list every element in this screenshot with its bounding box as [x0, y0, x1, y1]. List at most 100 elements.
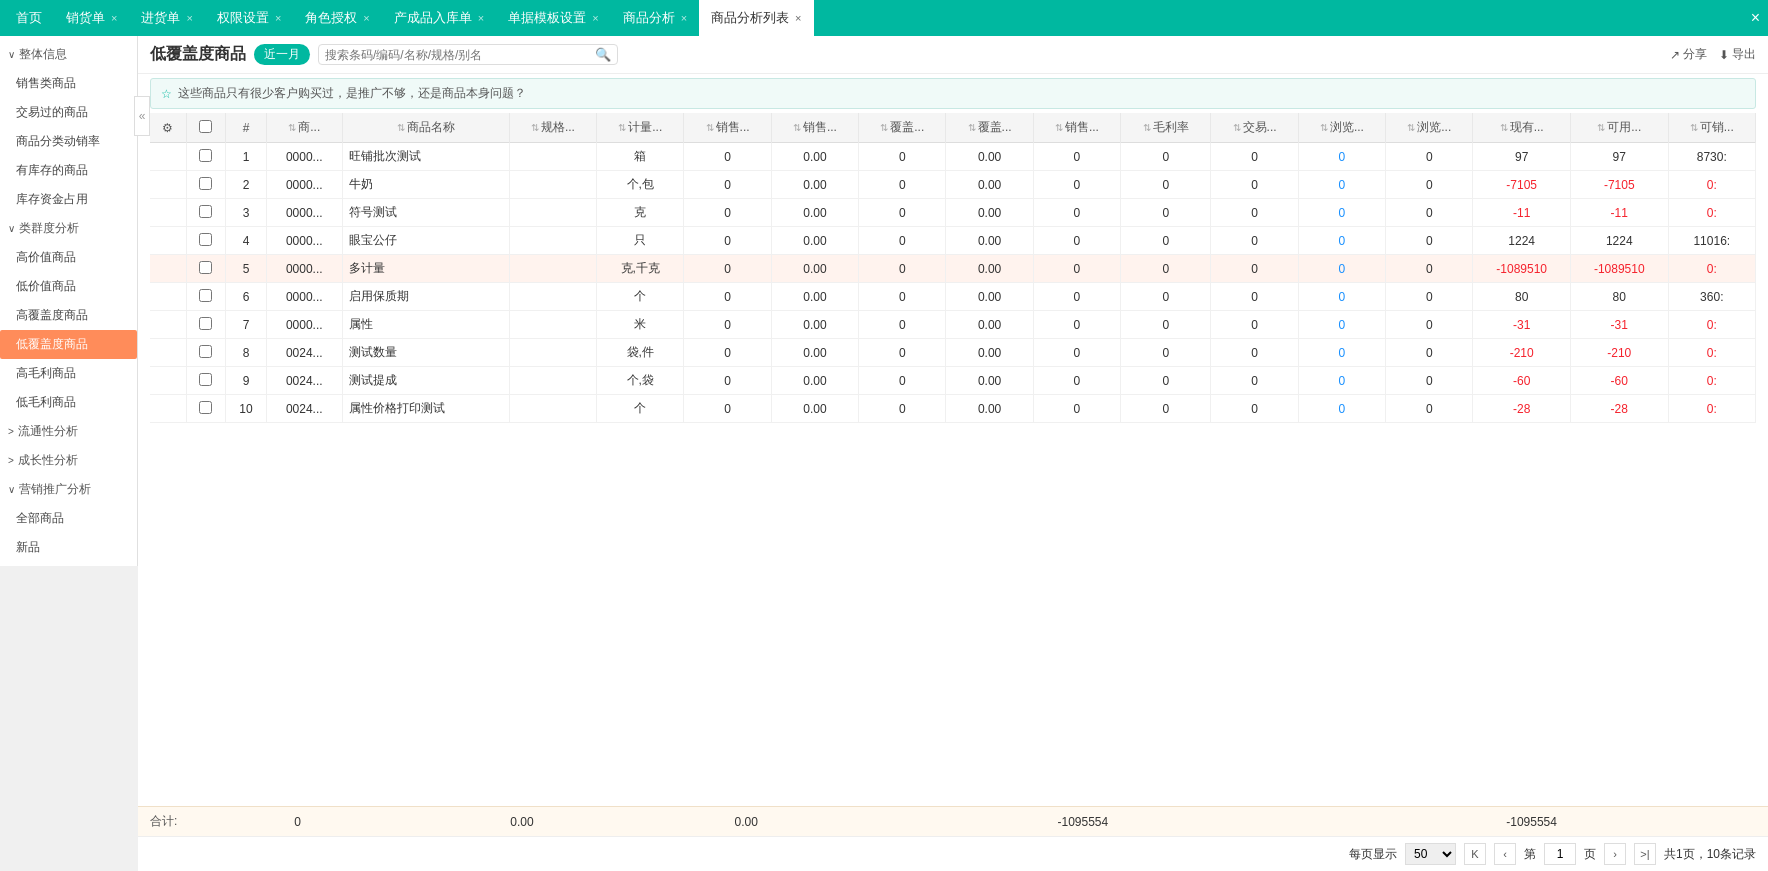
- total-label: 共1页，10条记录: [1664, 846, 1756, 863]
- time-filter-button[interactable]: 近一月: [254, 44, 310, 65]
- close-tab-icon[interactable]: ×: [681, 12, 687, 24]
- nav-tab-商品分析列表[interactable]: 商品分析列表×: [699, 0, 813, 36]
- table-row: 60000...启用保质期个00.0000.00000008080360:: [150, 283, 1756, 311]
- table-header: ⚙ # 商... 商品名称 规格... 计量... 销售... 销售... 覆盖…: [150, 113, 1756, 143]
- banner-text: 这些商品只有很少客户购买过，是推广不够，还是商品本身问题？: [178, 85, 526, 102]
- pagination-bar: 每页显示 2050100 K ‹ 第 页 › >| 共1页，10条记录: [138, 836, 1768, 871]
- close-tab-icon[interactable]: ×: [363, 12, 369, 24]
- sidebar-item-销售类商品[interactable]: 销售类商品: [0, 69, 137, 98]
- close-tab-icon[interactable]: ×: [478, 12, 484, 24]
- data-table: ⚙ # 商... 商品名称 规格... 计量... 销售... 销售... 覆盖…: [150, 113, 1756, 423]
- footer-label: 合计:: [150, 813, 177, 830]
- table-row: 40000...眼宝公仔只00.0000.0000000122412241101…: [150, 227, 1756, 255]
- sidebar-item-商品分类动销率[interactable]: 商品分类动销率: [0, 127, 137, 156]
- table-row: 30000...符号测试克00.0000.0000000-11-110:: [150, 199, 1756, 227]
- last-page-button[interactable]: >|: [1634, 843, 1656, 865]
- page-label: 第: [1524, 846, 1536, 863]
- table-row: 10000...旺铺批次测试箱00.0000.000000097978730:: [150, 143, 1756, 171]
- nav-tab-销货单[interactable]: 销货单×: [54, 0, 129, 36]
- code-col-header[interactable]: 商...: [266, 113, 342, 143]
- unit-col-header[interactable]: 计量...: [597, 113, 684, 143]
- close-tab-icon[interactable]: ×: [795, 12, 801, 24]
- nav-tab-权限设置[interactable]: 权限设置×: [205, 0, 293, 36]
- sidebar-item-高价值商品[interactable]: 高价值商品: [0, 243, 137, 272]
- next-page-button[interactable]: ›: [1604, 843, 1626, 865]
- cover-qty-col-header[interactable]: 覆盖...: [859, 113, 946, 143]
- sidebar-section-成长性分析[interactable]: >成长性分析: [0, 446, 137, 475]
- footer-current: -1095554: [858, 815, 1307, 829]
- sidebar-collapse-button[interactable]: «: [134, 96, 150, 136]
- footer-cover-amt: 0.00: [634, 815, 858, 829]
- sales-qty-col-header[interactable]: 销售...: [684, 113, 771, 143]
- table-row: 70000...属性米00.0000.0000000-31-310:: [150, 311, 1756, 339]
- sales-amt-col-header[interactable]: 销售...: [771, 113, 858, 143]
- sidebar-item-全部商品[interactable]: 全部商品: [0, 504, 137, 533]
- per-page-label: 每页显示: [1349, 846, 1397, 863]
- sidebar-section-营销推广分析[interactable]: ∨营销推广分析: [0, 475, 137, 504]
- share-icon: ↗: [1670, 48, 1680, 62]
- index-col-header: #: [226, 113, 266, 143]
- export-icon: ⬇: [1719, 48, 1729, 62]
- spec-col-header[interactable]: 规格...: [509, 113, 596, 143]
- close-tab-icon[interactable]: ×: [186, 12, 192, 24]
- nav-tab-商品分析[interactable]: 商品分析×: [611, 0, 699, 36]
- table-body: 10000...旺铺批次测试箱00.0000.000000097978730:2…: [150, 143, 1756, 423]
- sidebar-item-新品[interactable]: 新品: [0, 533, 137, 562]
- nav-tab-产成品入库单[interactable]: 产成品入库单×: [382, 0, 496, 36]
- sidebar-item-高毛利商品[interactable]: 高毛利商品: [0, 359, 137, 388]
- table-row: 80024...测试数量袋,件00.0000.0000000-210-2100:: [150, 339, 1756, 367]
- sidebar-item-高覆盖度商品[interactable]: 高覆盖度商品: [0, 301, 137, 330]
- gross-rate-col-header[interactable]: 毛利率: [1121, 113, 1211, 143]
- sidebar-item-库存资金占用[interactable]: 库存资金占用: [0, 185, 137, 214]
- cover-amt-col-header[interactable]: 覆盖...: [946, 113, 1033, 143]
- current-col-header[interactable]: 现有...: [1473, 113, 1571, 143]
- first-page-button[interactable]: K: [1464, 843, 1486, 865]
- nav-tab-首页[interactable]: 首页: [4, 0, 54, 36]
- browse2-col-header[interactable]: 浏览...: [1386, 113, 1473, 143]
- page-input[interactable]: [1544, 843, 1576, 865]
- table-row: 100024...属性价格打印测试个00.0000.0000000-28-280…: [150, 395, 1756, 423]
- sidebar-item-交易过的商品[interactable]: 交易过的商品: [0, 98, 137, 127]
- top-nav: 首页销货单×进货单×权限设置×角色授权×产成品入库单×单据模板设置×商品分析×商…: [0, 0, 1768, 36]
- sales-cnt-col-header[interactable]: 销售...: [1033, 113, 1120, 143]
- nav-tab-单据模板设置[interactable]: 单据模板设置×: [496, 0, 610, 36]
- per-page-select[interactable]: 2050100: [1405, 843, 1456, 865]
- nav-tab-角色授权[interactable]: 角色授权×: [293, 0, 381, 36]
- sidebar-item-低价值商品[interactable]: 低价值商品: [0, 272, 137, 301]
- sidebar-section-类群度分析[interactable]: ∨类群度分析: [0, 214, 137, 243]
- settings-col-header[interactable]: ⚙: [150, 113, 186, 143]
- close-tab-icon[interactable]: ×: [592, 12, 598, 24]
- window-close-button[interactable]: ×: [1751, 9, 1760, 27]
- export-button[interactable]: ⬇ 导出: [1719, 46, 1756, 63]
- available-col-header[interactable]: 可用...: [1570, 113, 1668, 143]
- page-title: 低覆盖度商品: [150, 44, 246, 65]
- select-all-checkbox[interactable]: [199, 120, 212, 133]
- search-icon: 🔍: [595, 47, 611, 62]
- footer-sales-amt: 0.00: [410, 815, 634, 829]
- content-header: 低覆盖度商品 近一月 🔍 ↗ 分享 ⬇ 导出: [138, 36, 1768, 74]
- table-row: 20000...牛奶个,包00.0000.0000000-7105-71050:: [150, 171, 1756, 199]
- saleable-col-header[interactable]: 可销...: [1668, 113, 1755, 143]
- footer-cells: 0 0.00 0.00 -1095554 -1095554: [185, 815, 1756, 829]
- footer-available: -1095554: [1307, 815, 1756, 829]
- trade-col-header[interactable]: 交易...: [1211, 113, 1298, 143]
- name-col-header[interactable]: 商品名称: [342, 113, 509, 143]
- table-wrapper[interactable]: ⚙ # 商... 商品名称 规格... 计量... 销售... 销售... 覆盖…: [138, 113, 1768, 806]
- page-of: 页: [1584, 846, 1596, 863]
- checkbox-col-header: [186, 113, 226, 143]
- close-tab-icon[interactable]: ×: [111, 12, 117, 24]
- browse1-col-header[interactable]: 浏览...: [1298, 113, 1385, 143]
- table-row: 90024...测试提成个,袋00.0000.0000000-60-600:: [150, 367, 1756, 395]
- sidebar-section-流通性分析[interactable]: >流通性分析: [0, 417, 137, 446]
- sidebar-item-低毛利商品[interactable]: 低毛利商品: [0, 388, 137, 417]
- sidebar-item-有库存的商品[interactable]: 有库存的商品: [0, 156, 137, 185]
- nav-tab-进货单[interactable]: 进货单×: [129, 0, 204, 36]
- table-footer: 合计: 0 0.00 0.00 -1095554 -1095554: [138, 806, 1768, 836]
- prev-page-button[interactable]: ‹: [1494, 843, 1516, 865]
- sidebar-section-整体信息[interactable]: ∨整体信息: [0, 40, 137, 69]
- sidebar-item-低覆盖度商品[interactable]: 低覆盖度商品: [0, 330, 137, 359]
- search-input[interactable]: [325, 48, 595, 62]
- close-tab-icon[interactable]: ×: [275, 12, 281, 24]
- share-button[interactable]: ↗ 分享: [1670, 46, 1707, 63]
- info-icon: ☆: [161, 87, 172, 101]
